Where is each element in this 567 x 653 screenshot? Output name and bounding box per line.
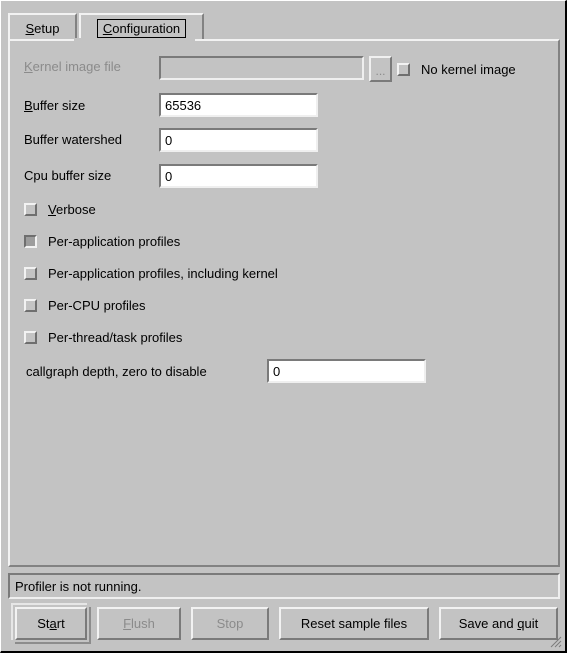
tab-configuration[interactable]: Configuration: [79, 13, 204, 41]
callgraph-depth-label: callgraph depth, zero to disable: [26, 364, 207, 379]
checkbox-per-cpu-profiles[interactable]: Per-CPU profiles: [24, 298, 146, 313]
checkbox-no-kernel-image[interactable]: No kernel image: [397, 62, 516, 77]
buffer-watershed-input[interactable]: 0: [159, 128, 318, 152]
oprofile-window: Setup Configuration Kernel image file ..…: [0, 0, 567, 653]
tab-bar-filler: [204, 13, 560, 41]
checkbox-verbose[interactable]: Verbose: [24, 202, 96, 217]
tab-setup-label: Setup: [25, 20, 60, 36]
save-and-quit-button[interactable]: Save and quit: [439, 607, 558, 640]
checkbox-per-thread-task-profiles-box[interactable]: [24, 331, 37, 344]
reset-sample-files-button-label: Reset sample files: [300, 616, 408, 631]
tab-setup[interactable]: Setup: [8, 13, 77, 41]
status-bar-text: Profiler is not running.: [15, 578, 142, 594]
checkbox-per-application-profiles-box[interactable]: [24, 235, 37, 248]
kernel-image-file-label: Kernel image file: [24, 59, 121, 74]
checkbox-per-application-profiles[interactable]: Per-application profiles: [24, 234, 180, 249]
buffer-watershed-label: Buffer watershed: [24, 132, 123, 147]
callgraph-depth-row: callgraph depth, zero to disable: [26, 364, 207, 379]
checkbox-verbose-box[interactable]: [24, 203, 37, 216]
stop-button-label: Stop: [216, 616, 244, 631]
start-button-label: Start: [37, 616, 65, 631]
status-bar: Profiler is not running.: [8, 573, 560, 599]
checkbox-no-kernel-image-box[interactable]: [397, 63, 410, 76]
browse-button[interactable]: ...: [369, 56, 392, 82]
tab-configuration-label: Configuration: [96, 18, 187, 38]
buffer-size-row: Buffer size: [24, 98, 85, 113]
checkbox-per-application-profiles-including-kernel[interactable]: Per-application profiles, including kern…: [24, 266, 278, 281]
checkbox-per-thread-task-profiles[interactable]: Per-thread/task profiles: [24, 330, 182, 345]
callgraph-depth-input[interactable]: 0: [267, 359, 426, 383]
reset-sample-files-button[interactable]: Reset sample files: [279, 607, 429, 640]
checkbox-per-application-profiles-label: Per-application profiles: [48, 234, 181, 249]
checkbox-per-application-profiles-including-kernel-box[interactable]: [24, 267, 37, 280]
tab-notch: [74, 38, 195, 41]
checkbox-verbose-label: Verbose: [48, 202, 96, 217]
checkbox-per-cpu-profiles-label: Per-CPU profiles: [48, 298, 146, 313]
cpu-buffer-size-row: Cpu buffer size: [24, 168, 111, 183]
save-and-quit-button-label: Save and quit: [458, 616, 539, 631]
resize-grip-icon[interactable]: [548, 634, 562, 648]
buffer-size-input[interactable]: 65536: [159, 93, 318, 117]
start-button[interactable]: Start: [15, 607, 87, 640]
buffer-size-label: Buffer size: [24, 98, 86, 113]
flush-button[interactable]: Flush: [97, 607, 181, 640]
browse-button-label: ...: [375, 64, 386, 78]
cpu-buffer-size-input[interactable]: 0: [159, 164, 318, 188]
checkbox-per-application-profiles-including-kernel-label: Per-application profiles, including kern…: [48, 266, 278, 281]
flush-button-label: Flush: [123, 616, 155, 631]
checkbox-per-thread-task-profiles-label: Per-thread/task profiles: [48, 330, 183, 345]
buffer-watershed-row: Buffer watershed: [24, 132, 122, 147]
checkbox-per-cpu-profiles-box[interactable]: [24, 299, 37, 312]
cpu-buffer-size-label: Cpu buffer size: [24, 168, 112, 183]
stop-button[interactable]: Stop: [191, 607, 269, 640]
kernel-image-file-input[interactable]: [159, 56, 364, 80]
tab-bar: Setup Configuration: [8, 13, 560, 41]
checkbox-no-kernel-image-label: No kernel image: [421, 62, 516, 77]
kernel-image-file-row: Kernel image file: [24, 59, 121, 74]
